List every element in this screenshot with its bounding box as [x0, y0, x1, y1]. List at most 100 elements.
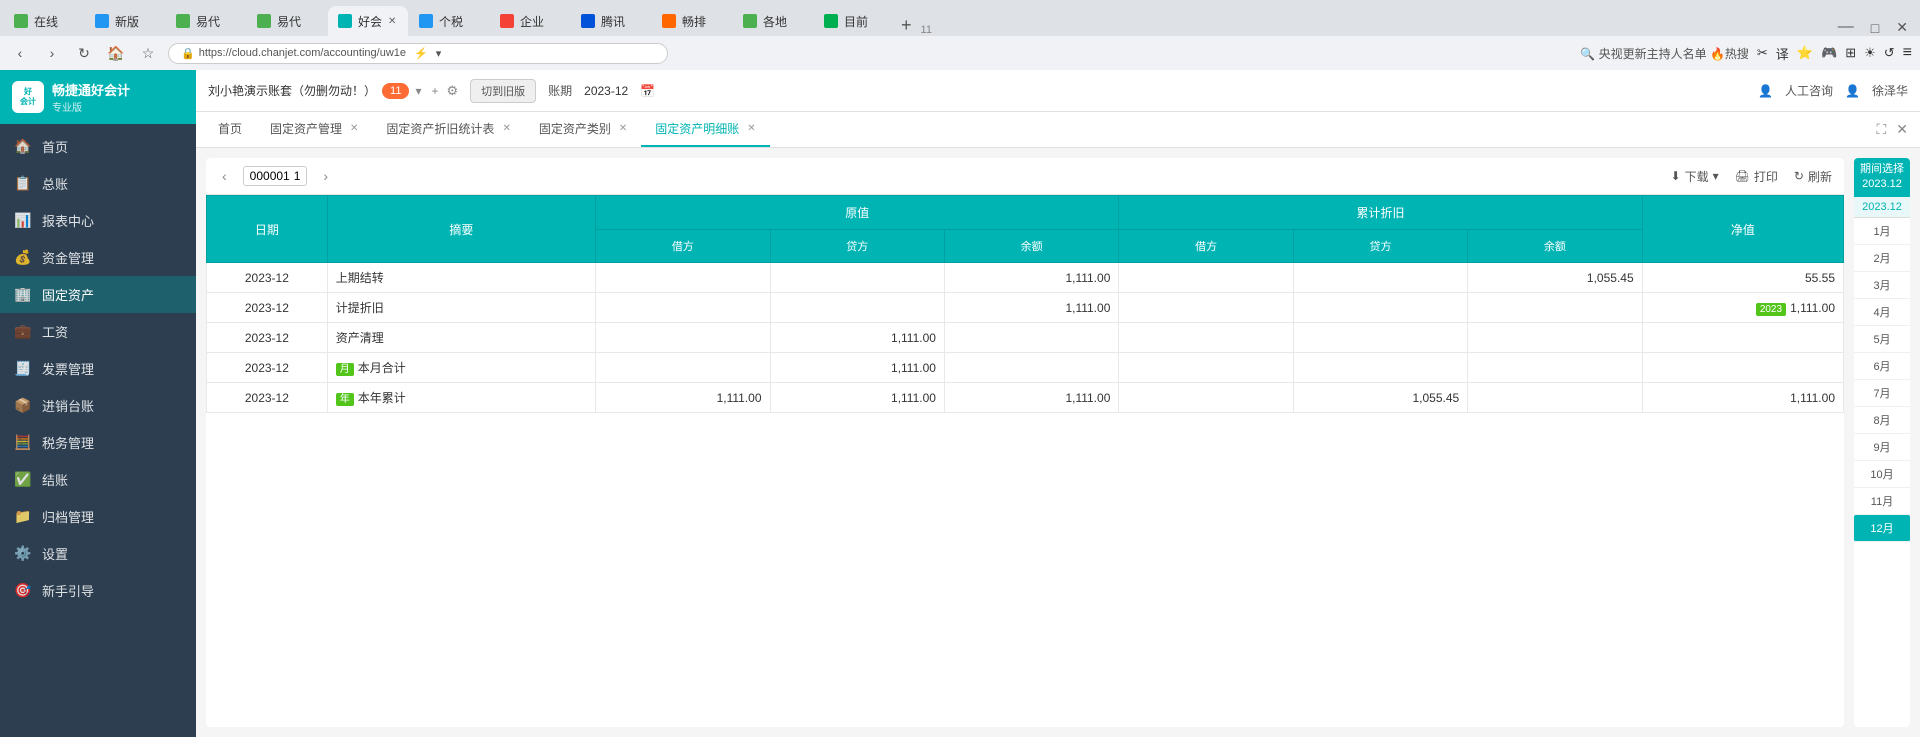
tab-badge[interactable]: 11: [921, 24, 932, 36]
cell-accum-balance: [1468, 323, 1642, 353]
app-logo: 好会计: [12, 81, 44, 113]
refresh-button[interactable]: ↻ 刷新: [1794, 168, 1832, 185]
table-wrapper: 日期 摘要 原值 累计折旧 净值 借方 贷方 余额 借方: [206, 195, 1844, 727]
sidebar-item-label: 首页: [42, 137, 68, 156]
browser-tab-muqian[interactable]: 目前: [814, 6, 894, 36]
period-month-5[interactable]: 5月: [1854, 326, 1910, 353]
cell-orig-balance: [944, 353, 1118, 383]
bookmark-button[interactable]: ☆: [136, 41, 160, 65]
period-month-10[interactable]: 10月: [1854, 461, 1910, 488]
new-tab-button[interactable]: +: [895, 15, 918, 36]
switch-to-old-button[interactable]: 切到旧版: [470, 79, 536, 103]
next-account-button[interactable]: ›: [319, 166, 332, 186]
close-icon[interactable]: ✕: [388, 16, 396, 27]
address-input[interactable]: 🔒 https://cloud.chanjet.com/accounting/u…: [168, 43, 668, 64]
closing-icon: ✅: [14, 471, 32, 489]
menu-icon[interactable]: ≡: [1903, 44, 1912, 62]
sidebar-item-invoices[interactable]: 🧾 发票管理: [0, 350, 196, 387]
table-row: 2023-12 资产清理 1,111.00: [207, 323, 1844, 353]
sidebar-item-reports[interactable]: 📊 报表中心: [0, 202, 196, 239]
account-count-badge[interactable]: 11: [382, 83, 409, 99]
tab-asset-detail-ledger[interactable]: 固定资产明细账 ✕: [641, 112, 769, 147]
cell-orig-balance: 1,111.00: [944, 383, 1118, 413]
cell-accum-debit: [1119, 263, 1293, 293]
forward-button[interactable]: ›: [40, 41, 64, 65]
browser-tab-geshui[interactable]: 个税: [409, 6, 489, 36]
prev-account-button[interactable]: ‹: [218, 166, 231, 186]
add-account-button[interactable]: +: [431, 84, 438, 98]
period-month-4[interactable]: 4月: [1854, 299, 1910, 326]
tab-fixed-asset-mgmt[interactable]: 固定资产管理 ✕: [256, 112, 372, 147]
col-orig-balance: 余额: [944, 230, 1118, 263]
browser-tab-qiye[interactable]: 企业: [490, 6, 570, 36]
browser-tab-haohui[interactable]: 好会 ✕: [328, 6, 408, 36]
game-icon[interactable]: 🎮: [1821, 45, 1837, 61]
tab-label: 目前: [844, 13, 868, 30]
dropdown-icon[interactable]: ▾: [436, 47, 442, 60]
browser-tab-gedi[interactable]: 各地: [733, 6, 813, 36]
period-month-8[interactable]: 8月: [1854, 407, 1910, 434]
cell-accum-credit: [1293, 293, 1467, 323]
settings-small-button[interactable]: ⚙: [446, 83, 458, 99]
username[interactable]: 徐泽华: [1872, 82, 1908, 99]
period-month-11[interactable]: 11月: [1854, 488, 1910, 515]
period-month-9[interactable]: 9月: [1854, 434, 1910, 461]
sidebar-item-purchase-sales[interactable]: 📦 进销台账: [0, 387, 196, 424]
period-month-6[interactable]: 6月: [1854, 353, 1910, 380]
period-month-12[interactable]: 12月: [1854, 515, 1910, 542]
sidebar-item-payroll[interactable]: 💼 工资: [0, 313, 196, 350]
undo-icon[interactable]: ↺: [1884, 45, 1895, 61]
app-subtitle: 专业版: [52, 99, 130, 114]
tab-asset-category[interactable]: 固定资产类别 ✕: [525, 112, 641, 147]
translate-icon[interactable]: 译: [1776, 44, 1789, 63]
dropdown-arrow-icon[interactable]: ▾: [415, 84, 421, 98]
star-icon[interactable]: ⭐: [1797, 45, 1813, 61]
browser-tab-tengxun[interactable]: 腾讯: [571, 6, 651, 36]
browser-tab-changpai[interactable]: 畅排: [652, 6, 732, 36]
maximize-panel-button[interactable]: ⛶: [1870, 121, 1892, 138]
sidebar-item-archive[interactable]: 📁 归档管理: [0, 498, 196, 535]
account-code-box: 000001 1: [243, 166, 308, 186]
period-month-2[interactable]: 2月: [1854, 245, 1910, 272]
guide-icon: 🎯: [14, 582, 32, 600]
cell-orig-balance: 1,111.00: [944, 293, 1118, 323]
home-button[interactable]: 🏠: [104, 41, 128, 65]
sidebar-item-settings[interactable]: ⚙️ 设置: [0, 535, 196, 572]
service-label[interactable]: 人工咨询: [1785, 82, 1833, 99]
period-month-7[interactable]: 7月: [1854, 380, 1910, 407]
sidebar-item-fixed-assets[interactable]: 🏢 固定资产: [0, 276, 196, 313]
sidebar-item-home[interactable]: 🏠 首页: [0, 128, 196, 165]
browser-tab-new[interactable]: 新版: [85, 6, 165, 36]
tab-depreciation-stats[interactable]: 固定资产折旧统计表 ✕: [372, 112, 524, 147]
close-icon[interactable]: ✕: [502, 123, 510, 134]
period-panel-title: 期间选择 2023.12: [1854, 158, 1910, 197]
close-window-button[interactable]: ✕: [1888, 19, 1916, 36]
minimize-button[interactable]: —: [1830, 18, 1862, 36]
calendar-icon[interactable]: 📅: [640, 84, 655, 98]
sidebar-item-closing[interactable]: ✅ 结账: [0, 461, 196, 498]
cut-icon[interactable]: ✂: [1757, 45, 1768, 61]
tab-home[interactable]: 首页: [204, 112, 256, 147]
sidebar-item-funds[interactable]: 💰 资金管理: [0, 239, 196, 276]
sidebar-item-tax[interactable]: 🧮 税务管理: [0, 424, 196, 461]
sidebar-item-guide[interactable]: 🎯 新手引导: [0, 572, 196, 609]
print-button[interactable]: 🖨 打印: [1735, 168, 1778, 185]
sidebar-item-label: 结账: [42, 470, 68, 489]
close-icon[interactable]: ✕: [350, 123, 358, 134]
close-icon[interactable]: ✕: [619, 123, 627, 134]
reload-button[interactable]: ↻: [72, 41, 96, 65]
close-panel-button[interactable]: ✕: [1892, 121, 1912, 138]
browser-tab-yidai1[interactable]: 易代: [166, 6, 246, 36]
sun-icon[interactable]: ☀: [1864, 45, 1876, 61]
browser-tab-online[interactable]: 在线: [4, 6, 84, 36]
grid-icon[interactable]: ⊞: [1845, 45, 1856, 61]
maximize-button[interactable]: □: [1863, 20, 1887, 36]
close-icon[interactable]: ✕: [747, 123, 755, 134]
browser-tab-yidai2[interactable]: 易代: [247, 6, 327, 36]
period-month-1[interactable]: 1月: [1854, 218, 1910, 245]
cell-date: 2023-12: [207, 353, 328, 383]
sidebar-item-ledger[interactable]: 📋 总账: [0, 165, 196, 202]
back-button[interactable]: ‹: [8, 41, 32, 65]
download-button[interactable]: ⬇ 下载 ▾: [1671, 168, 1719, 185]
period-month-3[interactable]: 3月: [1854, 272, 1910, 299]
